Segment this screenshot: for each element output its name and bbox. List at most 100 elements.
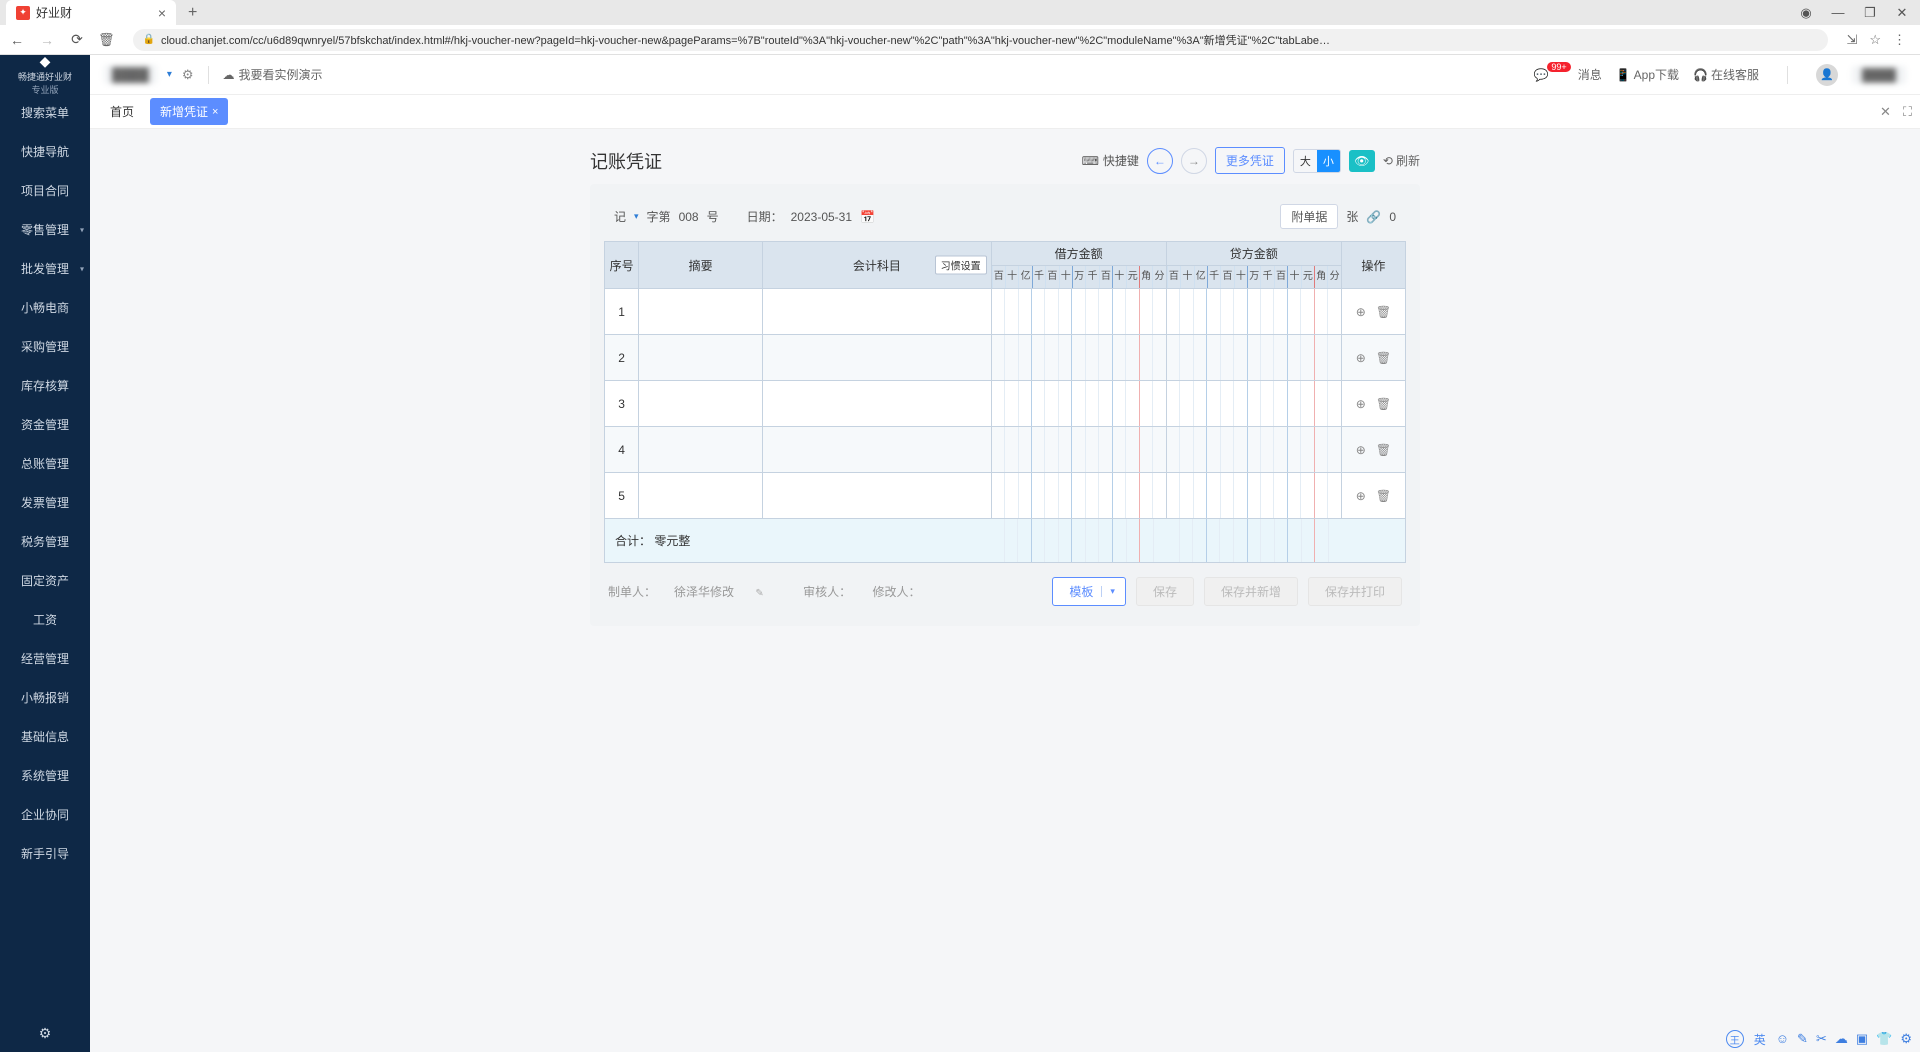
org-selector[interactable]: ████ (104, 65, 157, 84)
pencil-icon[interactable]: ✎ (1797, 1031, 1808, 1047)
sidebar-item[interactable]: 基础信息 (0, 717, 90, 756)
table-row[interactable]: 1⊕🗑 (605, 289, 1406, 335)
template-button[interactable]: 模板 ▾ (1052, 577, 1126, 606)
debit-cell[interactable] (991, 427, 1166, 473)
delete-row-icon[interactable]: 🗑 (1376, 489, 1391, 503)
credit-cell[interactable] (1166, 289, 1341, 335)
subject-cell[interactable] (763, 289, 992, 335)
trash-icon[interactable]: 🗑 (98, 32, 115, 48)
summary-cell[interactable] (639, 473, 763, 519)
url-input[interactable]: 🔒 cloud.chanjet.com/cc/u6d89qwnryel/57bf… (133, 29, 1829, 51)
summary-cell[interactable] (639, 427, 763, 473)
settings-icon[interactable]: ⚙ (0, 1015, 90, 1052)
emoji-icon[interactable]: ☺ (1776, 1031, 1789, 1047)
delete-row-icon[interactable]: 🗑 (1376, 351, 1391, 365)
debit-cell[interactable] (991, 473, 1166, 519)
tab-new-voucher[interactable]: 新增凭证 × (150, 98, 228, 125)
install-icon[interactable]: ⇲ (1846, 32, 1857, 48)
ime-mode[interactable]: 英 (1754, 1031, 1766, 1048)
size-toggle[interactable]: 大 小 (1293, 149, 1341, 173)
subject-cell[interactable] (763, 335, 992, 381)
tab-home[interactable]: 首页 (100, 98, 144, 125)
save-button[interactable]: 保存 (1136, 577, 1194, 606)
scissors-icon[interactable]: ✂ (1816, 1031, 1827, 1047)
sidebar-item[interactable]: 批发管理 (0, 249, 90, 288)
more-vouchers-button[interactable]: 更多凭证 (1215, 147, 1285, 174)
account-icon[interactable]: ◉ (1798, 5, 1814, 21)
sidebar-item[interactable]: 工资 (0, 600, 90, 639)
voucher-date[interactable]: 2023-05-31 (791, 210, 852, 224)
subject-cell[interactable] (763, 427, 992, 473)
close-window-icon[interactable]: ✕ (1894, 5, 1910, 21)
menu-icon[interactable]: ⋮ (1893, 32, 1906, 48)
subject-cell[interactable] (763, 473, 992, 519)
delete-row-icon[interactable]: 🗑 (1376, 397, 1391, 411)
credit-cell[interactable] (1166, 427, 1341, 473)
sidebar-item[interactable]: 搜索菜单 (0, 93, 90, 132)
chevron-down-icon[interactable]: ▾ (167, 69, 172, 80)
sidebar-item[interactable]: 零售管理 (0, 210, 90, 249)
maximize-icon[interactable]: ❐ (1862, 5, 1878, 21)
sidebar-item[interactable]: 新手引导 (0, 834, 90, 873)
new-tab-button[interactable]: + (188, 4, 197, 22)
calendar-icon[interactable]: 📅 (860, 210, 875, 224)
gear-icon[interactable]: ⚙ (182, 67, 194, 83)
refresh-button[interactable]: ⟲ 刷新 (1383, 152, 1420, 169)
size-small[interactable]: 小 (1317, 150, 1340, 172)
sidebar-item[interactable]: 资金管理 (0, 405, 90, 444)
table-row[interactable]: 4⊕🗑 (605, 427, 1406, 473)
preview-button[interactable]: 👁 (1349, 150, 1375, 172)
table-row[interactable]: 3⊕🗑 (605, 381, 1406, 427)
attach-button[interactable]: 附单据 (1280, 204, 1338, 229)
sidebar-item[interactable]: 发票管理 (0, 483, 90, 522)
voucher-number[interactable]: 008 (679, 210, 699, 224)
debit-cell[interactable] (991, 381, 1166, 427)
add-row-icon[interactable]: ⊕ (1356, 397, 1366, 411)
prev-voucher-button[interactable]: ← (1147, 148, 1173, 174)
shortcut-button[interactable]: ⌨ 快捷键 (1082, 152, 1139, 169)
add-row-icon[interactable]: ⊕ (1356, 489, 1366, 503)
app-download-button[interactable]: 📱 App下载 (1616, 66, 1679, 83)
credit-cell[interactable] (1166, 381, 1341, 427)
delete-row-icon[interactable]: 🗑 (1376, 443, 1391, 457)
minimize-icon[interactable]: — (1830, 5, 1846, 21)
demo-link[interactable]: ☁ 我要看实例演示 (223, 66, 323, 83)
close-icon[interactable]: × (158, 5, 166, 21)
subject-cell[interactable] (763, 381, 992, 427)
sidebar-item[interactable]: 税务管理 (0, 522, 90, 561)
sidebar-item[interactable]: 总账管理 (0, 444, 90, 483)
add-row-icon[interactable]: ⊕ (1356, 443, 1366, 457)
add-row-icon[interactable]: ⊕ (1356, 351, 1366, 365)
habit-settings-button[interactable]: 习惯设置 (935, 256, 987, 275)
sidebar-item[interactable]: 小畅报销 (0, 678, 90, 717)
table-row[interactable]: 2⊕🗑 (605, 335, 1406, 381)
reload-button[interactable]: ⟳ (68, 31, 86, 48)
forward-button[interactable]: → (38, 32, 56, 48)
fullscreen-icon[interactable]: ⛶ (1903, 104, 1912, 120)
sidebar-item[interactable]: 系统管理 (0, 756, 90, 795)
sidebar-item[interactable]: 固定资产 (0, 561, 90, 600)
chevron-down-icon[interactable]: ▾ (1101, 586, 1115, 597)
edit-icon[interactable]: ✎ (755, 588, 763, 599)
sidebar-item[interactable]: 小畅电商 (0, 288, 90, 327)
sidebar-item[interactable]: 经营管理 (0, 639, 90, 678)
messages-button[interactable]: 💬 99+ 消息 (1533, 66, 1601, 83)
close-icon[interactable]: × (212, 106, 218, 118)
gear-icon[interactable]: ⚙ (1900, 1031, 1912, 1047)
next-voucher-button[interactable]: → (1181, 148, 1207, 174)
delete-row-icon[interactable]: 🗑 (1376, 305, 1391, 319)
summary-cell[interactable] (639, 381, 763, 427)
person-icon[interactable]: 👕 (1876, 1031, 1892, 1047)
credit-cell[interactable] (1166, 335, 1341, 381)
link-icon[interactable]: 🔗 (1366, 210, 1381, 224)
voucher-type[interactable]: 记 (614, 208, 626, 225)
sidebar-item[interactable]: 项目合同 (0, 171, 90, 210)
credit-cell[interactable] (1166, 473, 1341, 519)
chevron-down-icon[interactable]: ▾ (634, 211, 639, 222)
ime-icon[interactable]: 王 (1726, 1030, 1744, 1048)
username[interactable]: ████ (1852, 66, 1906, 84)
star-icon[interactable]: ☆ (1869, 32, 1881, 48)
sidebar-item[interactable]: 企业协同 (0, 795, 90, 834)
save-and-new-button[interactable]: 保存并新增 (1204, 577, 1298, 606)
sidebar-item[interactable]: 采购管理 (0, 327, 90, 366)
